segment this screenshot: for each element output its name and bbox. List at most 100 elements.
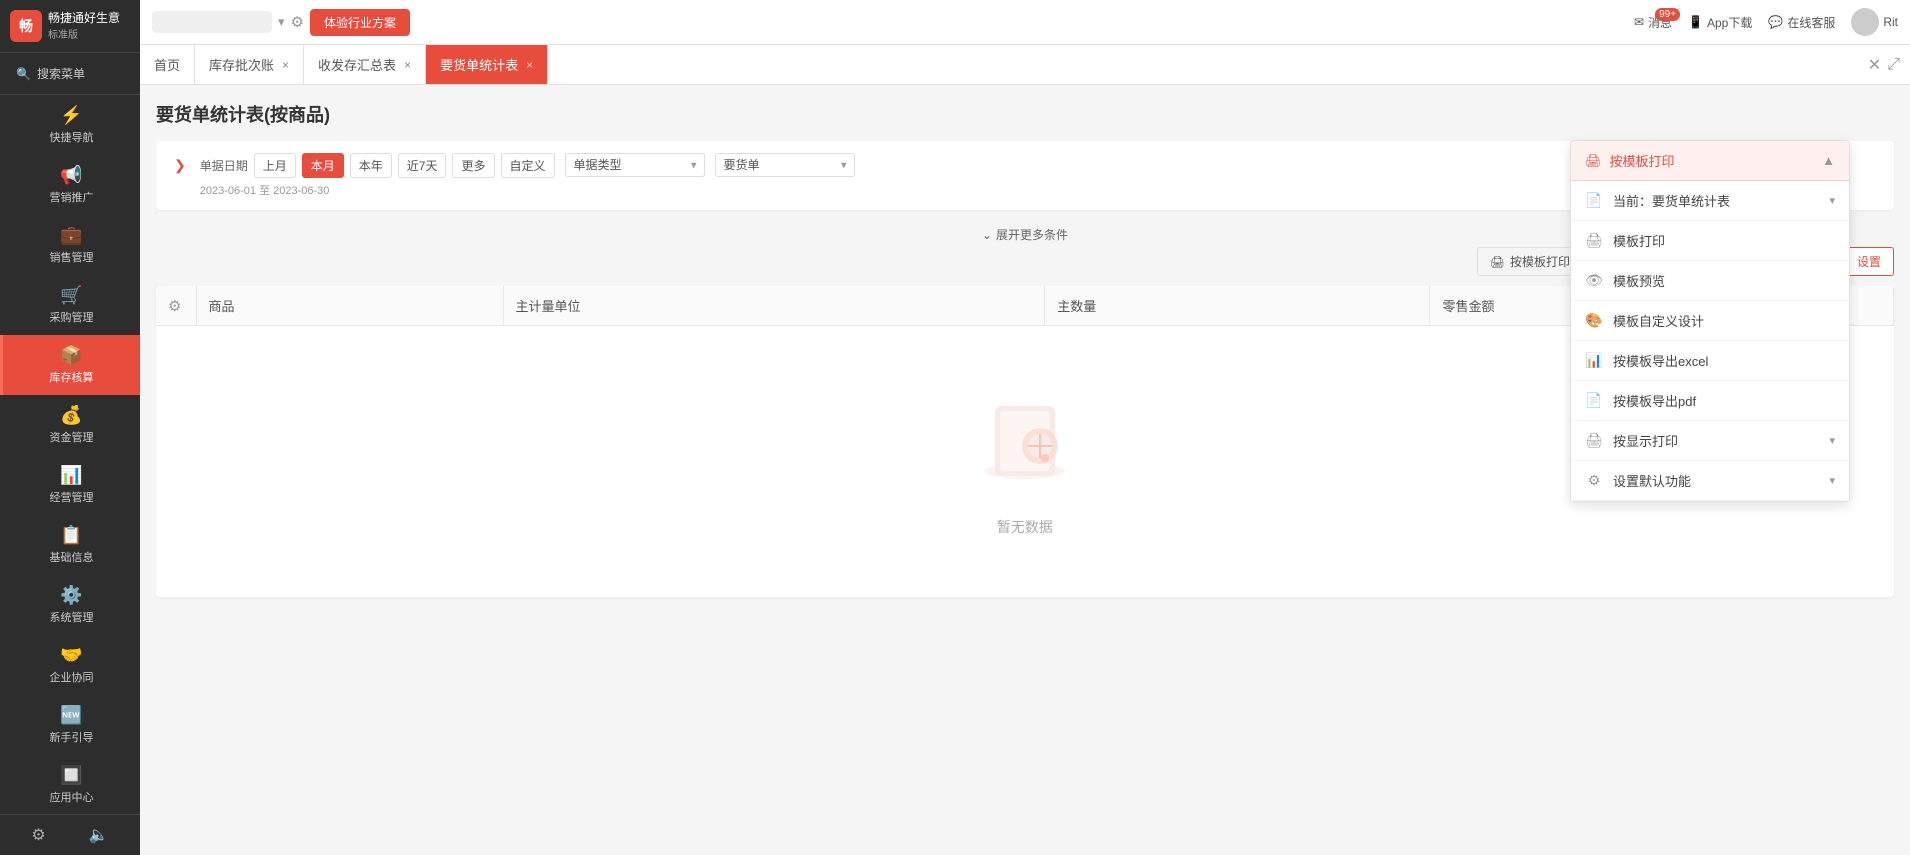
date-btn-更多[interactable]: 更多: [452, 153, 494, 178]
sidebar-icon-guide: 🆕: [60, 705, 82, 726]
tab-close-receivable-summary[interactable]: ×: [404, 58, 411, 72]
sidebar-item-sales[interactable]: 💼 销售管理: [0, 215, 140, 275]
date-filter-group: 单据日期 上月本月本年近7天更多自定义 2023-06-01 至 2023-06…: [200, 153, 555, 198]
breadcrumb: ▾ ⚙ 体验行业方案: [152, 9, 1624, 36]
order-info-filter-group: 要货单: [715, 153, 855, 177]
dropdown-item-template-print[interactable]: 🖨 模板打印: [1571, 221, 1849, 261]
dropdown-item-icon-template-print: 🖨: [1585, 232, 1603, 249]
app-logo: 畅 畅捷通好生意 标准版: [0, 0, 140, 53]
search-menu-label: 搜索菜单: [37, 65, 85, 82]
tab-order-stats[interactable]: 要货单统计表×: [426, 45, 548, 84]
topbar-right: ✉ 消息 99+ 📱 App下载 💬 在线客服 Rit: [1634, 8, 1898, 36]
sidebar-label-system: 系统管理: [50, 609, 94, 625]
col-header-gear[interactable]: ⚙: [156, 286, 196, 326]
order-type-select[interactable]: 单据类型: [565, 153, 705, 177]
topbar-arrow-icon[interactable]: ▾: [278, 14, 285, 30]
dropdown-items: 🖨 模板打印 👁 模板预览 🎨 模板自定义设计 📊 按模板导出excel 📄 按…: [1571, 221, 1849, 421]
settings-button[interactable]: 设置: [1844, 247, 1894, 276]
tab-home[interactable]: 首页: [140, 45, 195, 84]
topbar-search-input[interactable]: [152, 11, 272, 33]
dropdown-current-item[interactable]: 📄 当前：要货单统计表 ▾: [1571, 181, 1849, 221]
dropdown-header-left: 🖨 按模板打印: [1585, 151, 1675, 170]
sidebar-item-operation[interactable]: 📊 经营管理: [0, 455, 140, 515]
current-template-icon: 📄: [1585, 192, 1603, 209]
sidebar-label-guide: 新手引导: [50, 729, 94, 745]
expand-item-left-display-print: 🖨 按显示打印: [1585, 431, 1678, 450]
sidebar-icon-system: ⚙️: [60, 585, 82, 606]
dropdown-item-icon-template-pdf: 📄: [1585, 392, 1603, 409]
empty-svg: [965, 386, 1085, 486]
sidebar-item-basic[interactable]: 📋 基础信息: [0, 515, 140, 575]
date-btn-本月[interactable]: 本月: [302, 153, 344, 178]
sidebar-item-finance[interactable]: 💰 资金管理: [0, 395, 140, 455]
tab-inventory-batch[interactable]: 库存批次账 ×: [195, 45, 304, 84]
expand-more-button[interactable]: ⌄ 展开更多条件: [982, 226, 1068, 243]
tabbar: 首页库存批次账×收发存汇总表×要货单统计表× ✕ ⤢: [140, 45, 1910, 85]
tab-label-inventory-batch: 库存批次账: [209, 55, 274, 74]
print-label: 按模板打印: [1510, 253, 1570, 270]
service-icon: 💬: [1768, 15, 1783, 29]
message-button[interactable]: ✉ 消息 99+: [1634, 14, 1672, 31]
dropdown-expand-item-default-func[interactable]: ⚙ 设置默认功能 ▾: [1571, 461, 1849, 501]
sidebar-label-basic: 基础信息: [50, 549, 94, 565]
sidebar-icon-apps: 🔲: [60, 765, 82, 786]
app-download-button[interactable]: 📱 App下载: [1688, 14, 1752, 31]
avatar-image: [1851, 8, 1879, 36]
print-icon: 🖨: [1490, 255, 1505, 269]
date-btn-上月[interactable]: 上月: [254, 153, 296, 178]
date-buttons-row: 单据日期 上月本月本年近7天更多自定义: [200, 153, 555, 178]
sidebar-item-apps[interactable]: 🔲 应用中心: [0, 755, 140, 814]
sidebar-icon-inventory: 📦: [60, 345, 82, 366]
sidebar-item-collab[interactable]: 🤝 企业协同: [0, 635, 140, 695]
close-all-tabs-button[interactable]: ✕: [1868, 55, 1881, 75]
dropdown-item-template-design[interactable]: 🎨 模板自定义设计: [1571, 301, 1849, 341]
sidebar-item-marketing[interactable]: 📢 营销推广: [0, 155, 140, 215]
date-filter-label: 单据日期: [200, 157, 248, 174]
tab-receivable-summary[interactable]: 收发存汇总表×: [304, 45, 426, 84]
speaker-icon[interactable]: 🔈: [89, 825, 109, 845]
sidebar-item-guide[interactable]: 🆕 新手引导: [0, 695, 140, 755]
online-service-button[interactable]: 💬 在线客服: [1768, 14, 1835, 31]
user-avatar[interactable]: Rit: [1851, 8, 1898, 36]
expand-tabs-button[interactable]: ⤢: [1887, 56, 1900, 74]
user-name: Rit: [1883, 15, 1898, 29]
settings-icon[interactable]: ⚙: [31, 825, 45, 845]
dropdown-close-button[interactable]: ▲: [1822, 153, 1835, 168]
sidebar-label-apps: 应用中心: [50, 789, 94, 805]
trial-button[interactable]: 体验行业方案: [310, 9, 410, 36]
sidebar: 畅 畅捷通好生意 标准版 🔍 搜索菜单 ⚡ 快捷导航 📢 营销推广 💼 销售管理…: [0, 0, 140, 855]
sidebar-item-system[interactable]: ⚙️ 系统管理: [0, 575, 140, 635]
dropdown-item-label-template-print: 模板打印: [1613, 231, 1665, 250]
current-item-left: 📄 当前：要货单统计表: [1585, 191, 1730, 210]
app-version: 标准版: [48, 26, 120, 41]
topbar-gear-icon[interactable]: ⚙: [291, 13, 304, 31]
date-btn-近7天[interactable]: 近7天: [398, 153, 447, 178]
date-btn-本年[interactable]: 本年: [350, 153, 392, 178]
tab-close-order-stats[interactable]: ×: [526, 58, 533, 72]
sidebar-item-purchase[interactable]: 🛒 采购管理: [0, 275, 140, 335]
filter-expand-button[interactable]: ❯: [170, 153, 190, 178]
dropdown-item-template-excel[interactable]: 📊 按模板导出excel: [1571, 341, 1849, 381]
dropdown-header: 🖨 按模板打印 ▲: [1571, 141, 1849, 181]
sidebar-item-inventory[interactable]: 📦 库存核算: [0, 335, 140, 395]
sidebar-icon-sales: 💼: [60, 225, 82, 246]
search-menu-button[interactable]: 🔍 搜索菜单: [10, 61, 130, 86]
date-btn-自定义[interactable]: 自定义: [501, 153, 555, 178]
sidebar-item-quick-nav[interactable]: ⚡ 快捷导航: [0, 95, 140, 155]
tab-close-inventory-batch[interactable]: ×: [282, 58, 289, 72]
table-settings-icon[interactable]: ⚙: [168, 298, 181, 315]
dropdown-item-label-template-excel: 按模板导出excel: [1613, 351, 1708, 370]
sidebar-navigation: ⚡ 快捷导航 📢 营销推广 💼 销售管理 🛒 采购管理 📦 库存核算 💰 资金管…: [0, 95, 140, 814]
dropdown-item-template-pdf[interactable]: 📄 按模板导出pdf: [1571, 381, 1849, 421]
dropdown-title: 按模板打印: [1610, 151, 1675, 170]
sidebar-search-area: 🔍 搜索菜单: [0, 53, 140, 95]
expand-icon: ❯: [174, 157, 186, 174]
message-icon: ✉: [1634, 15, 1644, 29]
dropdown-item-template-preview[interactable]: 👁 模板预览: [1571, 261, 1849, 301]
order-info-select[interactable]: 要货单: [715, 153, 855, 177]
dropdown-expand-item-display-print[interactable]: 🖨 按显示打印 ▾: [1571, 421, 1849, 461]
topbar: ▾ ⚙ 体验行业方案 ✉ 消息 99+ 📱 App下载 💬 在线客服 Rit: [140, 0, 1910, 45]
print-dropdown-panel: 🖨 按模板打印 ▲ 📄 当前：要货单统计表 ▾ 🖨 模板打印 👁 模板预览 🎨 …: [1570, 140, 1850, 502]
logo-icon: 畅: [10, 10, 42, 42]
sidebar-label-collab: 企业协同: [50, 669, 94, 685]
